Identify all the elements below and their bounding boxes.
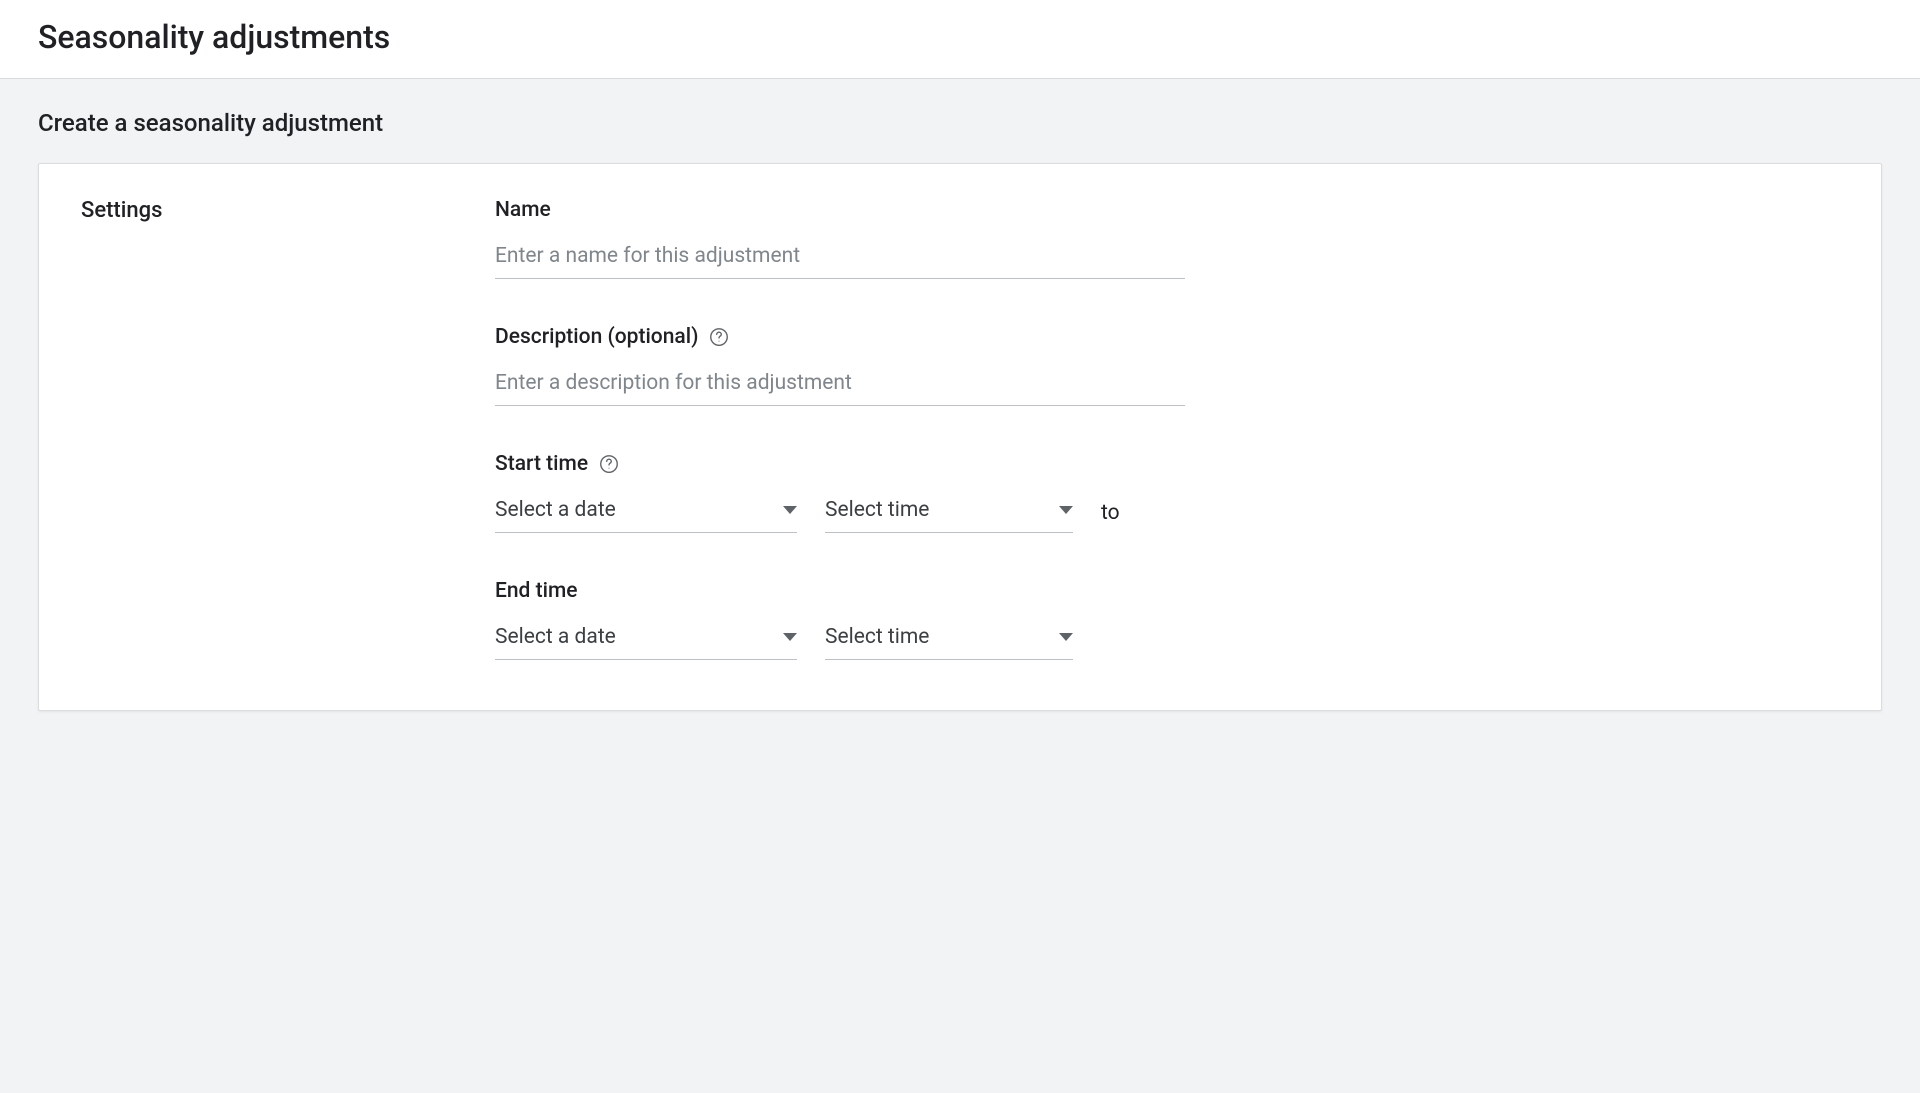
card-inner: Settings Name Description (optional) [81, 198, 1839, 660]
start-time-row: Select a date Select time to [495, 492, 1215, 533]
end-time-row: Select a date Select time [495, 619, 1215, 660]
settings-card: Settings Name Description (optional) [38, 163, 1882, 711]
name-label: Name [495, 198, 1215, 222]
name-field-group: Name [495, 198, 1215, 279]
page-header: Seasonality adjustments [0, 0, 1920, 79]
start-time-dropdown[interactable]: Select time [825, 492, 1073, 533]
name-input[interactable] [495, 238, 1185, 279]
start-date-text: Select a date [495, 498, 616, 522]
page-title: Seasonality adjustments [38, 18, 1882, 56]
caret-down-icon [1059, 633, 1073, 641]
description-label-text: Description (optional) [495, 325, 698, 349]
start-time-text: Select time [825, 498, 929, 522]
start-time-label: Start time [495, 452, 1215, 476]
caret-down-icon [783, 506, 797, 514]
help-icon[interactable] [598, 453, 620, 475]
start-date-dropdown[interactable]: Select a date [495, 492, 797, 533]
page-body: Create a seasonality adjustment Settings… [0, 79, 1920, 1093]
end-date-text: Select a date [495, 625, 616, 649]
start-time-field-group: Start time Select a date [495, 452, 1215, 533]
end-date-dropdown[interactable]: Select a date [495, 619, 797, 660]
end-time-label-text: End time [495, 579, 578, 603]
description-field-group: Description (optional) [495, 325, 1215, 406]
caret-down-icon [783, 633, 797, 641]
caret-down-icon [1059, 506, 1073, 514]
settings-heading: Settings [81, 198, 495, 223]
to-label: to [1101, 501, 1120, 525]
help-icon[interactable] [708, 326, 730, 348]
name-label-text: Name [495, 198, 551, 222]
end-time-dropdown[interactable]: Select time [825, 619, 1073, 660]
description-input[interactable] [495, 365, 1185, 406]
settings-right-column: Name Description (optional) [495, 198, 1215, 660]
start-time-label-text: Start time [495, 452, 588, 476]
end-time-text: Select time [825, 625, 929, 649]
section-title: Create a seasonality adjustment [38, 109, 1882, 137]
description-label: Description (optional) [495, 325, 1215, 349]
end-time-field-group: End time Select a date Select time [495, 579, 1215, 660]
end-time-label: End time [495, 579, 1215, 603]
settings-left-column: Settings [81, 198, 495, 660]
